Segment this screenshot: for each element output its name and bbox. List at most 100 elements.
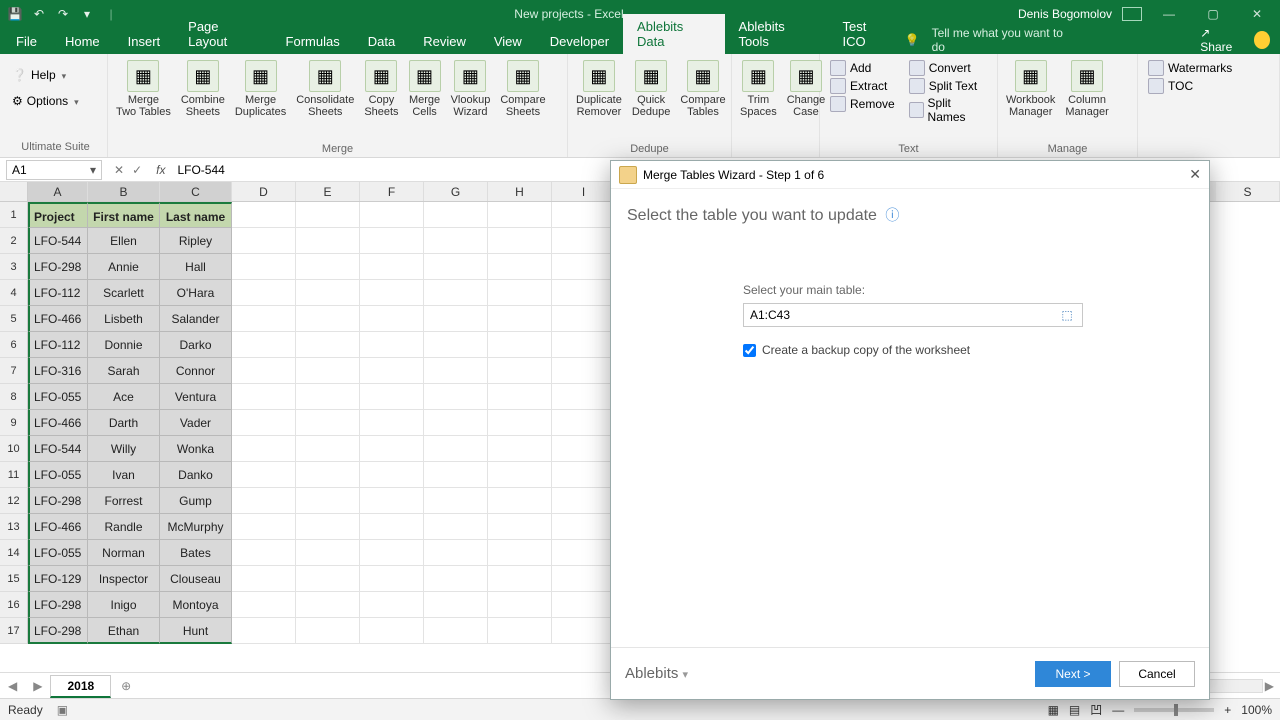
col-header-D[interactable]: D [232, 182, 296, 201]
cell[interactable] [424, 462, 488, 488]
tab-home[interactable]: Home [51, 29, 114, 54]
cell[interactable] [488, 540, 552, 566]
cell[interactable] [424, 618, 488, 644]
sheet-nav-next[interactable]: ▶ [25, 679, 50, 693]
tell-me[interactable]: Tell me what you want to do [932, 26, 1067, 54]
share-button[interactable]: ↗ Share [1200, 26, 1241, 54]
save-icon[interactable]: 💾 [6, 5, 24, 23]
cell[interactable]: LFO-298 [28, 254, 88, 280]
col-header-G[interactable]: G [424, 182, 488, 201]
cell[interactable] [232, 202, 296, 228]
cell[interactable]: LFO-298 [28, 488, 88, 514]
add-button[interactable]: Add [830, 60, 895, 76]
cell[interactable] [360, 540, 424, 566]
cell[interactable] [296, 306, 360, 332]
backup-checkbox[interactable] [743, 344, 756, 357]
row-header[interactable]: 14 [0, 540, 28, 566]
cell[interactable]: Inigo [88, 592, 160, 618]
cell[interactable] [232, 540, 296, 566]
cell[interactable]: Danko [160, 462, 232, 488]
main-table-input[interactable]: A1:C43 ⬚ [743, 303, 1083, 327]
cell[interactable]: Norman [88, 540, 160, 566]
combine-sheets-button[interactable]: ▦CombineSheets [177, 58, 229, 120]
cell[interactable] [424, 514, 488, 540]
cell[interactable]: LFO-112 [28, 332, 88, 358]
cell[interactable] [552, 488, 616, 514]
cell[interactable] [424, 566, 488, 592]
cell[interactable]: LFO-466 [28, 410, 88, 436]
cell[interactable] [488, 280, 552, 306]
cell[interactable]: LFO-544 [28, 228, 88, 254]
cell[interactable]: Last name [160, 202, 232, 228]
cell[interactable] [488, 332, 552, 358]
cell[interactable]: Ace [88, 384, 160, 410]
trim-spaces-button[interactable]: ▦TrimSpaces [736, 58, 781, 120]
row-header[interactable]: 10 [0, 436, 28, 462]
cell[interactable] [552, 436, 616, 462]
cell[interactable] [488, 202, 552, 228]
cell[interactable] [424, 358, 488, 384]
cell[interactable] [424, 592, 488, 618]
cell[interactable]: Forrest [88, 488, 160, 514]
cell[interactable] [232, 592, 296, 618]
cell[interactable]: Scarlett [88, 280, 160, 306]
cell[interactable] [488, 384, 552, 410]
split-names-button[interactable]: Split Names [909, 96, 987, 124]
cell[interactable] [360, 202, 424, 228]
cell[interactable] [552, 384, 616, 410]
cell[interactable] [488, 514, 552, 540]
col-header-S[interactable]: S [1216, 182, 1280, 201]
options-dropdown[interactable]: ⚙Options [10, 88, 101, 114]
cell[interactable] [424, 488, 488, 514]
cell[interactable]: Willy [88, 436, 160, 462]
cell[interactable] [232, 332, 296, 358]
split-text-button[interactable]: Split Text [909, 78, 987, 94]
cell[interactable] [552, 566, 616, 592]
cell[interactable] [232, 618, 296, 644]
sheet-tab-2018[interactable]: 2018 [50, 675, 111, 698]
cell[interactable] [232, 488, 296, 514]
cell[interactable] [552, 358, 616, 384]
cell[interactable]: Montoya [160, 592, 232, 618]
cell[interactable] [424, 280, 488, 306]
cell[interactable]: Ripley [160, 228, 232, 254]
cell[interactable] [296, 436, 360, 462]
cell[interactable]: LFO-055 [28, 462, 88, 488]
cell[interactable] [296, 540, 360, 566]
redo-icon[interactable]: ↷ [54, 5, 72, 23]
macro-record-icon[interactable]: ▣ [57, 703, 68, 717]
tab-review[interactable]: Review [409, 29, 480, 54]
cell[interactable] [232, 436, 296, 462]
row-header[interactable]: 8 [0, 384, 28, 410]
vlookup-wizard-button[interactable]: ▦VlookupWizard [447, 58, 495, 120]
row-header[interactable]: 13 [0, 514, 28, 540]
cell[interactable] [488, 410, 552, 436]
extract-button[interactable]: Extract [830, 78, 895, 94]
tab-data[interactable]: Data [354, 29, 409, 54]
cell[interactable] [488, 566, 552, 592]
tab-ablebits-tools[interactable]: Ablebits Tools [725, 14, 829, 54]
add-sheet-button[interactable]: ⊕ [111, 679, 141, 693]
cell[interactable]: LFO-316 [28, 358, 88, 384]
cell[interactable]: Project [28, 202, 88, 228]
row-header[interactable]: 5 [0, 306, 28, 332]
cell[interactable]: Salander [160, 306, 232, 332]
view-pagelayout-icon[interactable]: ▤ [1069, 703, 1080, 717]
cell[interactable] [552, 462, 616, 488]
cell[interactable] [296, 488, 360, 514]
row-header[interactable]: 7 [0, 358, 28, 384]
cell[interactable] [296, 592, 360, 618]
tab-insert[interactable]: Insert [114, 29, 175, 54]
scroll-right-icon[interactable]: ▶ [1265, 679, 1274, 693]
cell[interactable]: Sarah [88, 358, 160, 384]
cell[interactable]: Gump [160, 488, 232, 514]
cell[interactable]: Connor [160, 358, 232, 384]
tab-page-layout[interactable]: Page Layout [174, 14, 271, 54]
quick-dedupe-button[interactable]: ▦QuickDedupe [628, 58, 675, 120]
cell[interactable]: O'Hara [160, 280, 232, 306]
zoom-level[interactable]: 100% [1241, 703, 1272, 717]
cell[interactable] [552, 514, 616, 540]
cell[interactable]: LFO-298 [28, 592, 88, 618]
formula-content[interactable]: LFO-544 [171, 163, 224, 177]
row-header[interactable]: 16 [0, 592, 28, 618]
